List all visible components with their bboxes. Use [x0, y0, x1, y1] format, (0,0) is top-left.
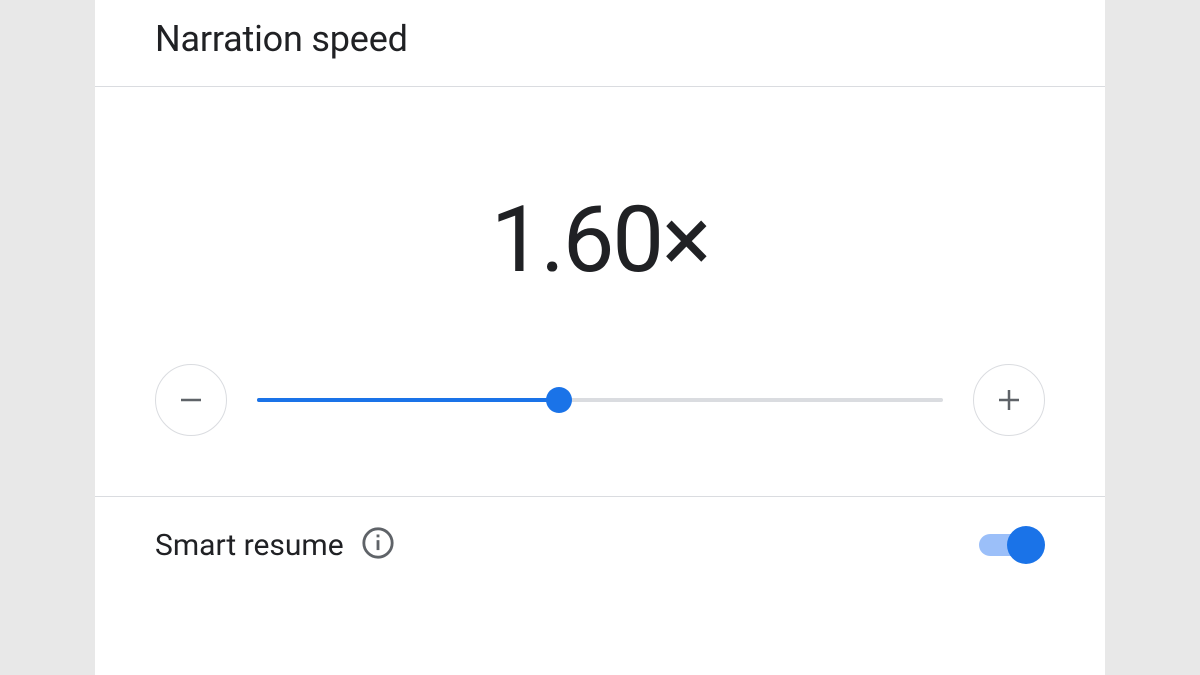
narration-title: Narration speed [155, 18, 1045, 60]
smart-resume-left: Smart resume [155, 527, 396, 563]
speed-slider[interactable] [257, 388, 943, 412]
smart-resume-label: Smart resume [155, 528, 344, 563]
decrease-speed-button[interactable] [155, 364, 227, 436]
smart-resume-row: Smart resume [95, 497, 1105, 565]
settings-panel: Narration speed 1.60× Smart r [95, 0, 1105, 675]
info-icon [361, 526, 395, 564]
slider-fill [257, 398, 559, 402]
narration-speed-section: 1.60× [95, 87, 1105, 497]
smart-resume-toggle[interactable] [979, 525, 1045, 565]
minus-icon [176, 385, 206, 415]
toggle-thumb [1007, 526, 1045, 564]
speed-slider-row [155, 364, 1045, 436]
slider-thumb[interactable] [546, 387, 572, 413]
smart-resume-info-button[interactable] [360, 527, 396, 563]
plus-icon [994, 385, 1024, 415]
narration-speed-value: 1.60× [155, 87, 1045, 364]
narration-header: Narration speed [95, 0, 1105, 87]
increase-speed-button[interactable] [973, 364, 1045, 436]
